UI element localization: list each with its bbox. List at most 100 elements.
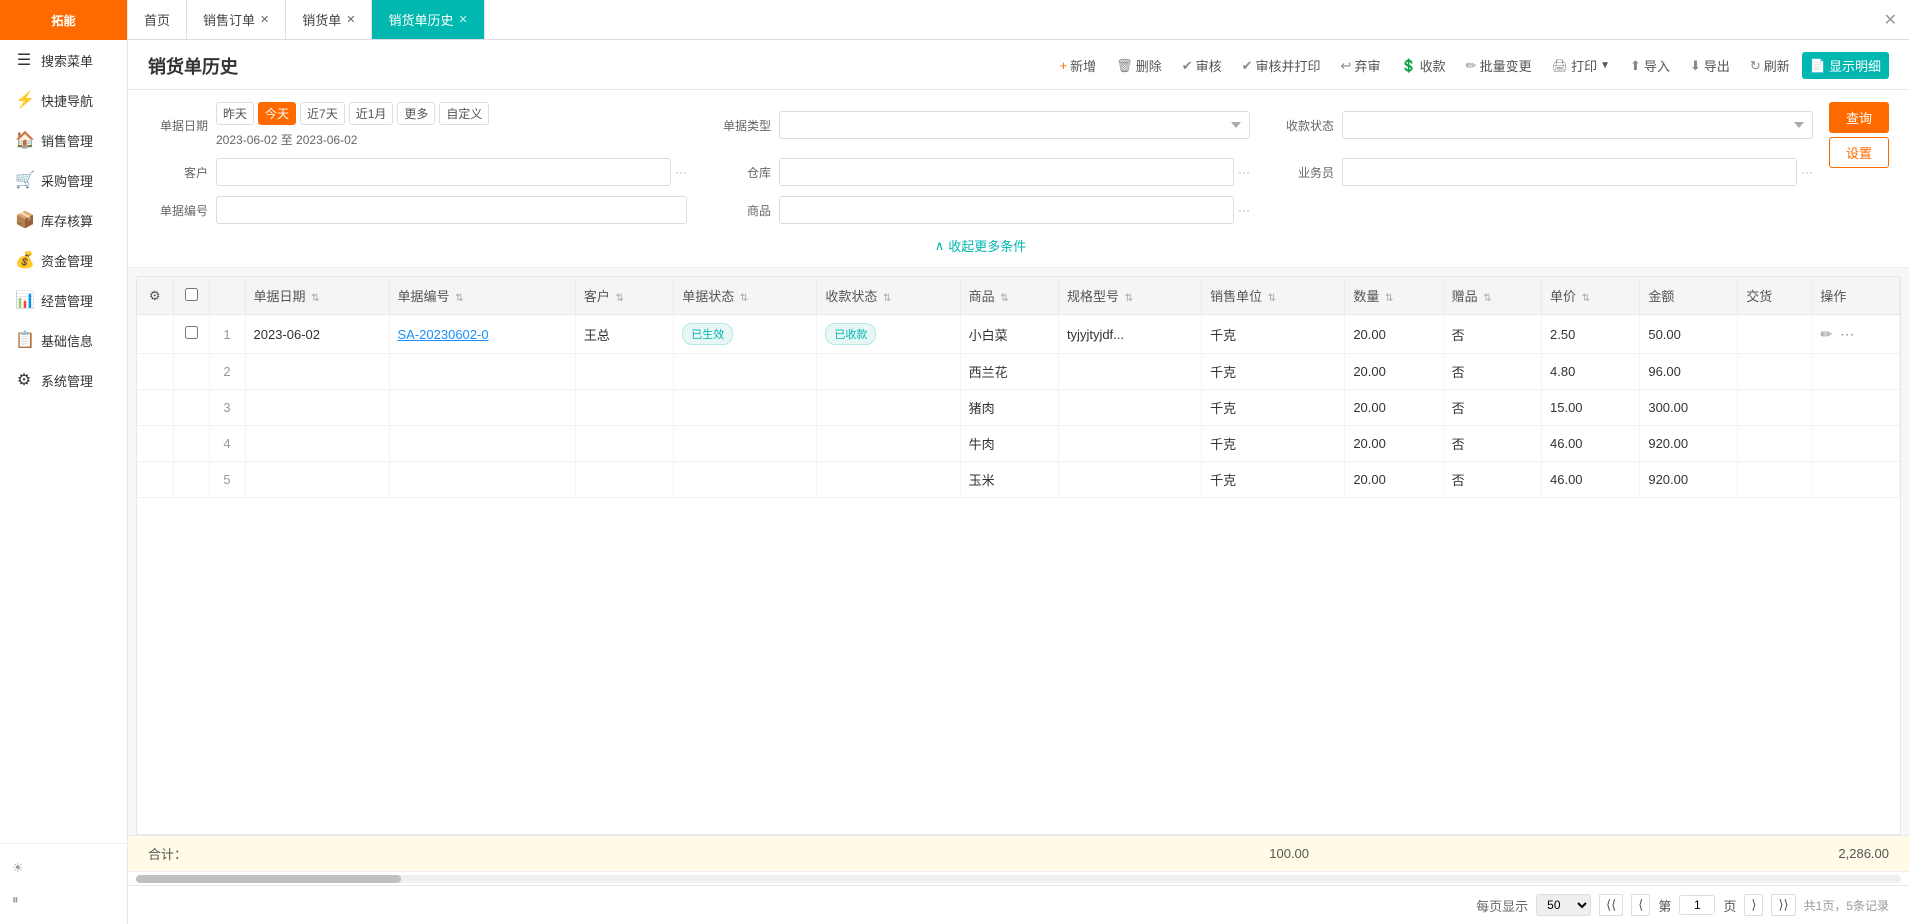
date-btn-custom[interactable]: 自定义 — [439, 102, 489, 125]
import-button[interactable]: ⬆ 导入 — [1622, 52, 1678, 79]
more-icon-1[interactable]: ⋯ — [1840, 326, 1854, 343]
select-all-checkbox[interactable] — [185, 288, 198, 301]
sales-mgmt-icon: 🏠 — [15, 130, 33, 150]
col-gift[interactable]: 赠品 ⇅ — [1443, 277, 1541, 315]
col-product[interactable]: 商品 ⇅ — [960, 277, 1058, 315]
window-close-button[interactable]: ✕ — [1872, 0, 1909, 39]
audit-print-button[interactable]: ✔ 审核并打印 — [1234, 52, 1329, 79]
staff-more-icon[interactable]: ··· — [1801, 165, 1813, 179]
doc-no-link-1[interactable]: SA-20230602-0 — [398, 327, 489, 342]
query-button[interactable]: 查询 — [1829, 102, 1889, 133]
finance-mgmt-icon: 💰 — [15, 250, 33, 270]
table-row: 3 猪肉 千克 20.00 否 15.00 300.00 — [137, 390, 1900, 426]
date-btn-7days[interactable]: 近7天 — [300, 102, 345, 125]
print-button[interactable]: 🖨 打印 ▼ — [1544, 52, 1618, 79]
warehouse-more-icon[interactable]: ··· — [1238, 165, 1250, 179]
horizontal-scrollbar[interactable] — [128, 871, 1909, 885]
sidebar-item-purchase-mgmt[interactable]: 🛒 采购管理 — [0, 160, 127, 200]
last-page-button[interactable]: ⟩⟩ — [1771, 894, 1795, 916]
col-setting[interactable]: ⚙ — [137, 277, 173, 315]
edit-icon-1[interactable]: ✏ — [1820, 326, 1832, 343]
row-gift-2: 否 — [1443, 354, 1541, 390]
col-sales-unit[interactable]: 销售单位 ⇅ — [1202, 277, 1345, 315]
col-doc-status[interactable]: 单据状态 ⇅ — [674, 277, 817, 315]
tab-home[interactable]: 首页 — [128, 0, 187, 39]
row-receipt-status-5 — [817, 462, 960, 498]
row-doc-date-3 — [245, 390, 389, 426]
page-number-input[interactable] — [1679, 895, 1715, 915]
page-size-select[interactable]: 50 100 — [1536, 894, 1591, 916]
date-btn-yesterday[interactable]: 昨天 — [216, 102, 254, 125]
staff-input[interactable] — [1342, 158, 1797, 186]
row-1-checkbox[interactable] — [185, 326, 198, 339]
col-spec-type[interactable]: 规格型号 ⇅ — [1058, 277, 1201, 315]
tab-sales-history-close[interactable]: ✕ — [459, 13, 468, 26]
next-page-button[interactable]: ⟩ — [1744, 894, 1763, 916]
product-input[interactable] — [779, 196, 1234, 224]
col-doc-no-sort: ⇅ — [455, 293, 463, 304]
sidebar-item-sales-mgmt[interactable]: 🏠 销售管理 — [0, 120, 127, 160]
audit-button[interactable]: ✔ 审核 — [1174, 52, 1230, 79]
sidebar-item-search-menu[interactable]: ☰ 搜索菜单 — [0, 40, 127, 80]
sidebar-bottom-item-2[interactable]: ⏸ — [0, 884, 127, 916]
sidebar-logo: 拓能 — [0, 0, 127, 40]
customer-input[interactable] — [216, 158, 671, 186]
col-receipt-status[interactable]: 收款状态 ⇅ — [817, 277, 960, 315]
col-doc-date[interactable]: 单据日期 ⇅ — [245, 277, 389, 315]
receive-button[interactable]: 💲 收款 — [1392, 52, 1453, 79]
tab-sales-order-close[interactable]: ✕ — [260, 13, 269, 26]
add-button[interactable]: + 新增 — [1052, 52, 1105, 79]
receipt-status-select[interactable] — [1342, 111, 1813, 139]
row-receipt-status-4 — [817, 426, 960, 462]
first-page-button[interactable]: ⟨⟨ — [1599, 894, 1623, 916]
operations-mgmt-icon: 📊 — [15, 290, 33, 310]
doc-no-input[interactable] — [216, 196, 687, 224]
warehouse-control: ··· — [779, 158, 1250, 186]
abandon-button[interactable]: ↩ 弃审 — [1333, 52, 1389, 79]
page-title: 销货单历史 — [148, 53, 238, 79]
batch-change-button[interactable]: ✏ 批量变更 — [1458, 52, 1540, 79]
customer-more-icon[interactable]: ··· — [675, 165, 687, 179]
scroll-track[interactable] — [136, 875, 1901, 883]
col-customer[interactable]: 客户 ⇅ — [575, 277, 673, 315]
toolbar: + 新增 🗑 删除 ✔ 审核 ✔ 审核并打印 — [1052, 52, 1889, 79]
date-btn-more[interactable]: 更多 — [397, 102, 435, 125]
col-index — [209, 277, 245, 315]
scroll-thumb[interactable] — [136, 875, 401, 883]
product-more-icon[interactable]: ··· — [1238, 203, 1250, 217]
filter-grid: 单据日期 昨天 今天 近7天 近1月 更多 自定义 — [148, 102, 1813, 224]
sidebar-item-finance-mgmt[interactable]: 💰 资金管理 — [0, 240, 127, 280]
prev-page-button[interactable]: ⟨ — [1631, 894, 1650, 916]
sidebar-item-inventory[interactable]: 📦 库存核算 — [0, 200, 127, 240]
col-doc-no[interactable]: 单据编号 ⇅ — [389, 277, 575, 315]
refresh-button[interactable]: ↻ 刷新 — [1742, 52, 1798, 79]
setting-button[interactable]: 设置 — [1829, 137, 1889, 168]
data-table: ⚙ 单据日期 ⇅ 单据编号 ⇅ — [137, 277, 1900, 498]
system-mgmt-icon: ⚙ — [15, 370, 33, 390]
tab-sales-order[interactable]: 销售订单 ✕ — [187, 0, 286, 39]
staff-label: 业务员 — [1274, 164, 1342, 181]
export-button[interactable]: ⬇ 导出 — [1682, 52, 1738, 79]
col-unit-price[interactable]: 单价 ⇅ — [1542, 277, 1640, 315]
row-amount-5: 920.00 — [1640, 462, 1738, 498]
delete-button[interactable]: 🗑 删除 — [1108, 52, 1170, 79]
sidebar-item-basic-info[interactable]: 📋 基础信息 — [0, 320, 127, 360]
collapse-button[interactable]: ∧ 收起更多条件 — [935, 232, 1027, 259]
col-doc-date-sort: ⇅ — [311, 293, 319, 304]
doc-type-select[interactable] — [779, 111, 1250, 139]
sidebar-item-system-mgmt[interactable]: ⚙ 系统管理 — [0, 360, 127, 400]
row-gift-4: 否 — [1443, 426, 1541, 462]
show-detail-button[interactable]: 📄 显示明细 — [1802, 52, 1889, 79]
col-quantity[interactable]: 数量 ⇅ — [1345, 277, 1443, 315]
tab-sales-delivery-close[interactable]: ✕ — [346, 13, 355, 26]
page-header: 销货单历史 + 新增 🗑 删除 ✔ 审核 ✔ — [128, 40, 1909, 90]
tab-sales-history[interactable]: 销货单历史 ✕ — [372, 0, 484, 39]
sidebar-item-quick-nav[interactable]: ⚡ 快捷导航 — [0, 80, 127, 120]
date-btn-today[interactable]: 今天 — [258, 102, 296, 125]
sidebar-bottom-item-1[interactable]: ☀ — [0, 852, 127, 884]
date-btn-1month[interactable]: 近1月 — [349, 102, 394, 125]
table-row: 1 2023-06-02 SA-20230602-0 王总 已生效 已收款 小白… — [137, 315, 1900, 354]
sidebar-item-operations-mgmt[interactable]: 📊 经营管理 — [0, 280, 127, 320]
tab-sales-delivery[interactable]: 销货单 ✕ — [286, 0, 372, 39]
warehouse-input[interactable] — [779, 158, 1234, 186]
